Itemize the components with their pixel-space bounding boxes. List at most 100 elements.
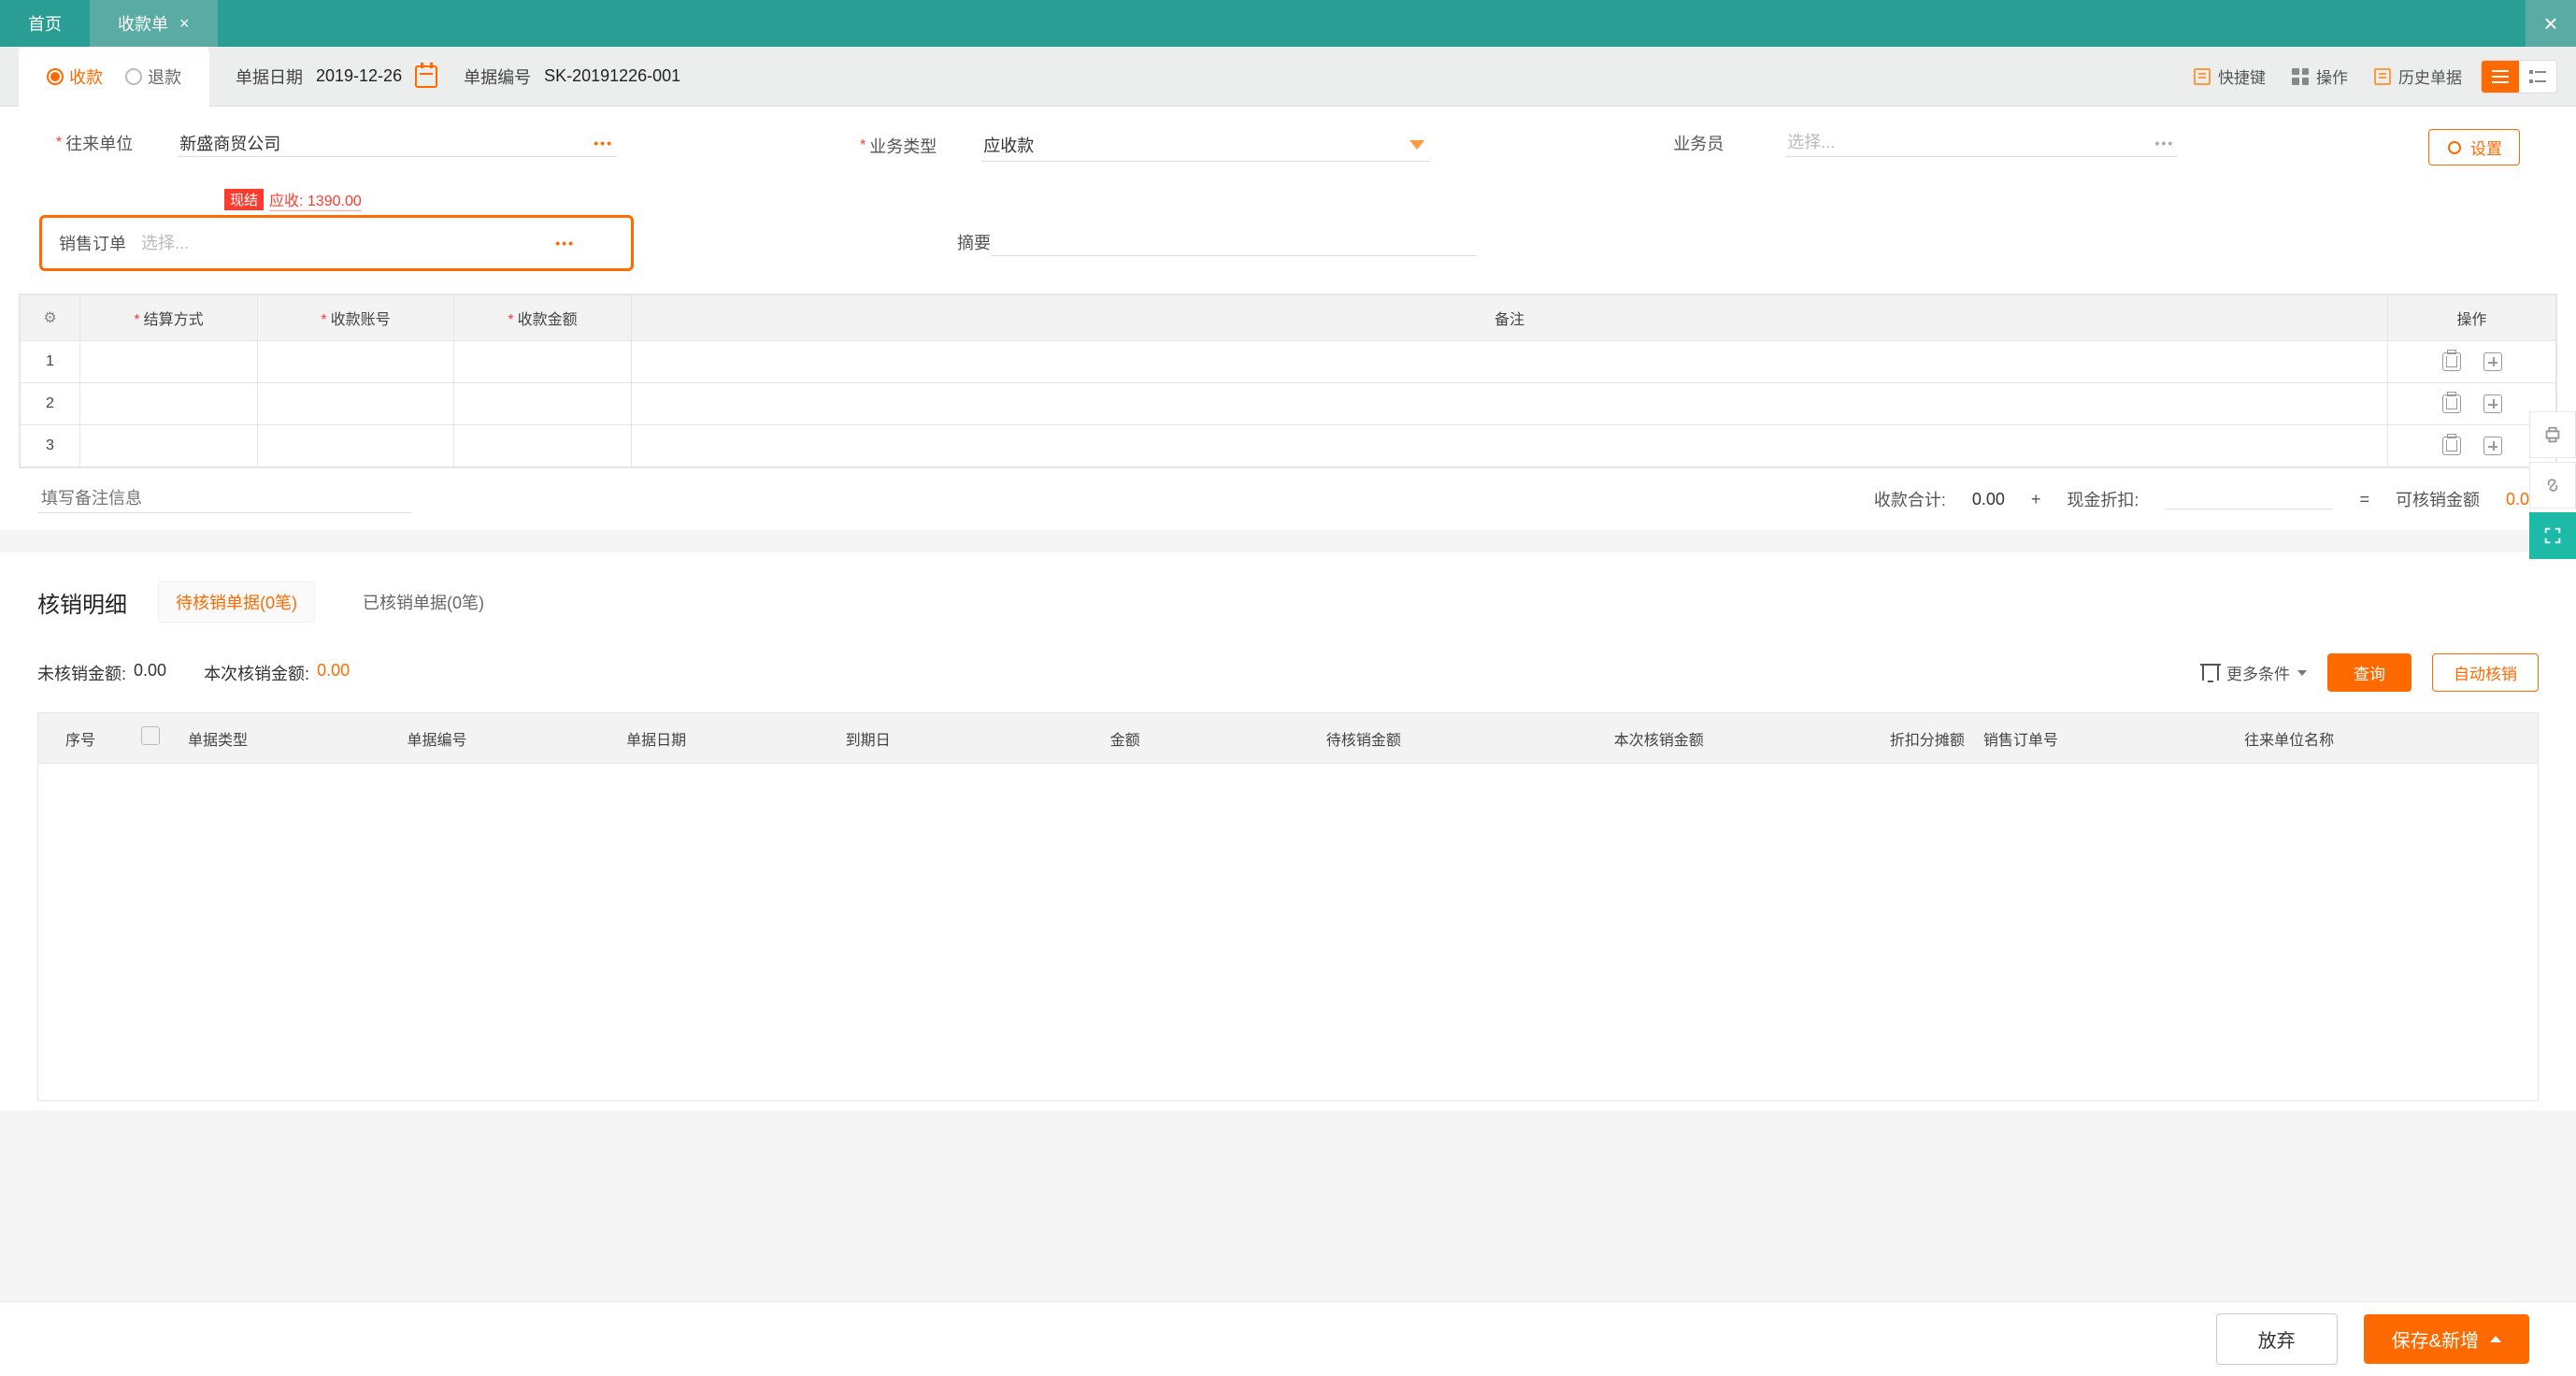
trash-icon[interactable]: [2442, 437, 2461, 455]
add-row-icon[interactable]: [2483, 437, 2502, 455]
radio-dot-icon: [47, 68, 64, 85]
cash-discount-input[interactable]: [2165, 489, 2333, 509]
ellipsis-icon[interactable]: •••: [594, 136, 613, 150]
chevron-down-icon[interactable]: [1410, 140, 1424, 150]
rail-link-button[interactable]: [2529, 462, 2576, 509]
discard-button[interactable]: 放弃: [2216, 1313, 2338, 1365]
summary-bar: 收款合计: 0.00 + 现金折扣: = 可核销金额 0.00: [0, 468, 2576, 530]
save-new-button[interactable]: 保存&新增: [2364, 1314, 2529, 1364]
partner-input[interactable]: [179, 133, 589, 152]
cell-amount[interactable]: [454, 425, 632, 467]
col-due: 到期日: [837, 713, 1014, 764]
summary-input-wrap[interactable]: [991, 228, 1477, 256]
cell-method[interactable]: [80, 383, 258, 425]
sales-order-label: 销售订单: [59, 231, 126, 255]
cell-account[interactable]: [258, 425, 454, 467]
doc-code-field: 单据编号 SK-20191226-001: [464, 64, 680, 89]
rail-fullscreen-button[interactable]: [2529, 512, 2576, 559]
trash-icon[interactable]: [2442, 394, 2461, 413]
panel-close-button[interactable]: ×: [2526, 0, 2576, 47]
cell-method[interactable]: [80, 341, 258, 383]
col-date: 单据日期: [617, 713, 837, 764]
total-label: 收款合计:: [1874, 487, 1946, 511]
ellipsis-icon[interactable]: •••: [555, 236, 575, 251]
doc-code-label: 单据编号: [464, 64, 531, 89]
unwritten-value: 0.00: [134, 661, 166, 685]
cell-account[interactable]: [258, 341, 454, 383]
checkbox-all[interactable]: [141, 726, 160, 745]
table-row[interactable]: 3: [21, 425, 2556, 467]
plus-sign: +: [2031, 490, 2041, 509]
shortcut-link[interactable]: 快捷键: [2194, 64, 2266, 88]
doc-date-field[interactable]: 单据日期 2019-12-26: [236, 64, 437, 89]
salesperson-input-wrap[interactable]: •••: [1785, 129, 2178, 157]
note-input[interactable]: [37, 485, 411, 513]
ellipsis-icon[interactable]: •••: [2155, 136, 2175, 150]
radio-dot-icon: [125, 68, 142, 85]
biztype-value: 应收款: [983, 133, 1402, 157]
table-row[interactable]: 2: [21, 383, 2556, 425]
filter-icon: [2202, 666, 2219, 681]
radio-receive[interactable]: 收款: [47, 64, 103, 89]
col-type: 单据类型: [179, 713, 398, 764]
cell-amount[interactable]: [454, 383, 632, 425]
cell-method[interactable]: [80, 425, 258, 467]
save-new-label: 保存&新增: [2392, 1326, 2479, 1353]
shortcut-label: 快捷键: [2218, 64, 2266, 88]
equals-sign: =: [2359, 490, 2369, 509]
add-row-icon[interactable]: [2483, 394, 2502, 413]
summary-label: 摘要: [916, 230, 991, 254]
col-remark-label: 备注: [1495, 312, 1524, 328]
list-doc-icon: [2374, 68, 2391, 85]
col-partner-name: 往来单位名称: [2235, 713, 2538, 764]
top-tab-bar: 首页 收款单 × ×: [0, 0, 2576, 47]
view-list-button[interactable]: [2482, 61, 2519, 93]
close-icon[interactable]: ×: [179, 14, 190, 34]
table-row[interactable]: 1: [21, 341, 2556, 383]
radio-refund[interactable]: 退款: [125, 64, 181, 89]
summary-input[interactable]: [993, 232, 1449, 251]
gear-icon[interactable]: ⚙: [43, 310, 56, 326]
sales-order-highlight[interactable]: 销售订单 •••: [39, 215, 634, 271]
salesperson-input[interactable]: [1787, 133, 2150, 152]
partner-input-wrap[interactable]: •••: [178, 129, 617, 157]
operate-link[interactable]: 操作: [2292, 64, 2348, 88]
cell-remark[interactable]: [632, 341, 2388, 383]
view-toggle: [2481, 60, 2557, 93]
col-ops-label: 操作: [2456, 312, 2486, 328]
col-sales-order: 销售订单号: [1974, 713, 2235, 764]
cell-remark[interactable]: [632, 383, 2388, 425]
tab-home[interactable]: 首页: [0, 0, 90, 47]
cell-remark[interactable]: [632, 425, 2388, 467]
view-detail-button[interactable]: [2519, 61, 2556, 93]
tab-receipt[interactable]: 收款单 ×: [90, 0, 218, 47]
history-link[interactable]: 历史单据: [2374, 64, 2462, 88]
cell-amount[interactable]: [454, 341, 632, 383]
col-discount: 折扣分摊额: [1713, 713, 1974, 764]
auto-writeoff-button[interactable]: 自动核销: [2432, 653, 2539, 692]
side-rail: [2529, 411, 2576, 559]
tab-pending-writeoff[interactable]: 待核销单据(0笔): [159, 582, 314, 622]
cell-account[interactable]: [258, 383, 454, 425]
sales-order-input[interactable]: [141, 234, 555, 253]
add-row-icon[interactable]: [2483, 352, 2502, 371]
cash-discount-label: 现金折扣:: [2067, 487, 2139, 511]
tab-home-label: 首页: [28, 11, 62, 36]
writeoff-detail-panel: 核销明细 待核销单据(0笔) 已核销单据(0笔) 未核销金额: 0.00 本次核…: [0, 552, 2576, 1111]
col-amount: 金额: [1013, 713, 1149, 764]
calendar-icon[interactable]: [415, 65, 437, 88]
thiswrite-label: 本次核销金额:: [204, 661, 309, 685]
more-filters-toggle[interactable]: 更多条件: [2202, 661, 2307, 684]
history-label: 历史单据: [2398, 64, 2462, 88]
settings-label: 设置: [2470, 136, 2502, 159]
header-form: * 往来单位 ••• * 业务类型 应收款 业务员 •••: [0, 107, 2576, 294]
settings-button[interactable]: 设置: [2428, 129, 2520, 165]
query-button[interactable]: 查询: [2327, 653, 2411, 692]
biztype-select[interactable]: 应收款: [981, 129, 1430, 162]
rail-print-button[interactable]: [2529, 411, 2576, 458]
keyboard-icon: [2194, 68, 2211, 85]
trash-icon[interactable]: [2442, 352, 2461, 371]
writeoff-grid: 序号 单据类型 单据编号 单据日期 到期日 金额 待核销金额 本次核销金额 折扣…: [37, 712, 2539, 1101]
tab-done-writeoff[interactable]: 已核销单据(0笔): [346, 582, 501, 622]
row-index: 1: [21, 341, 80, 383]
